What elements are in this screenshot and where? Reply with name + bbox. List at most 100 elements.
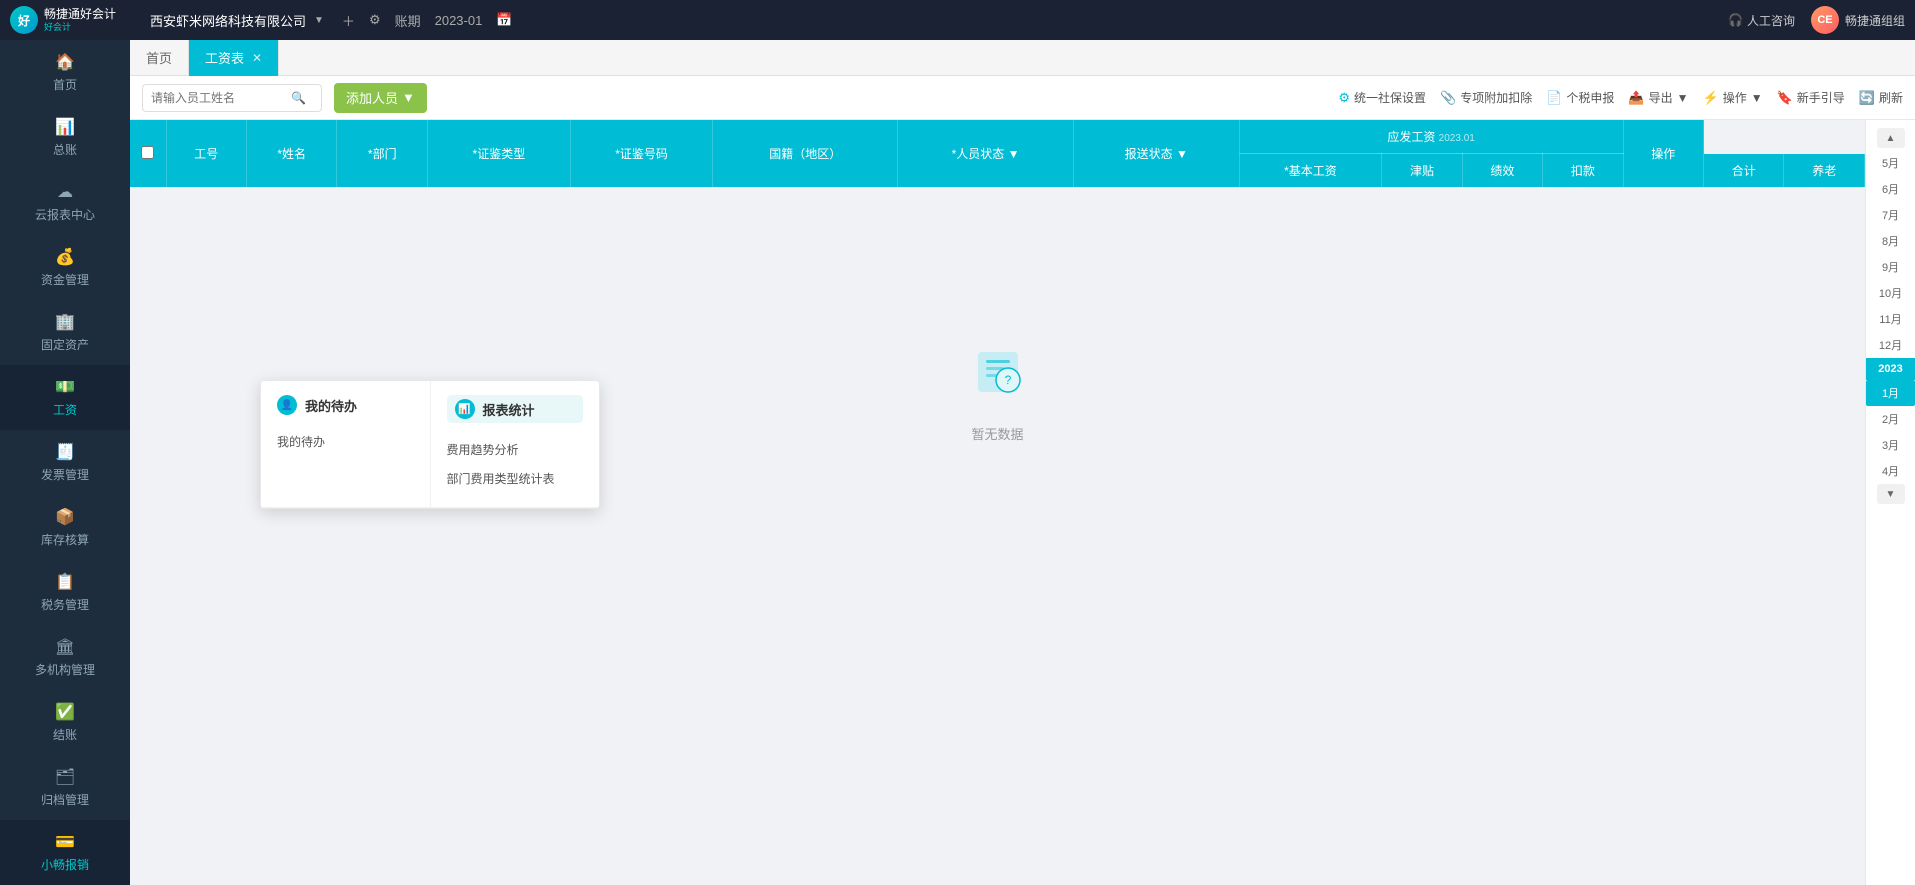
sidebar-item-ledger[interactable]: 📊 总账 — [0, 105, 130, 170]
empty-icon: ? — [958, 332, 1038, 412]
empty-text: 暂无数据 — [971, 424, 1023, 443]
tab-salary[interactable]: 工资表 ✕ — [189, 40, 279, 76]
add-person-label: 添加人员 — [346, 88, 398, 107]
sidebar-label-cloud: 云报表中心 — [35, 206, 95, 223]
popup-todo-link[interactable]: 我的待办 — [277, 427, 414, 456]
cloud-icon: ☁ — [57, 182, 73, 202]
user-name: 畅捷通组组 — [1845, 12, 1905, 29]
search-input[interactable] — [151, 91, 291, 105]
assets-icon: 🏢 — [55, 312, 75, 332]
search-box[interactable]: 🔍 — [142, 84, 322, 112]
th-deduction: 扣款 — [1543, 154, 1623, 188]
time-panel-up-btn[interactable]: ▲ — [1877, 128, 1905, 148]
time-jan-active[interactable]: 1月 — [1866, 380, 1915, 406]
sidebar-item-archive[interactable]: 🗂 归档管理 — [0, 755, 130, 820]
time-panel: ▲ 5月 6月 7月 8月 9月 10月 11月 12月 2023 1月 2月 … — [1865, 120, 1915, 885]
time-jun[interactable]: 6月 — [1866, 176, 1915, 202]
sidebar-item-expense[interactable]: 💳 小畅报销 — [0, 820, 130, 885]
new-guide-label: 新手引导 — [1797, 89, 1845, 106]
operation-label: 操作 — [1723, 89, 1747, 106]
sidebar-item-inventory[interactable]: 📦 库存核算 — [0, 495, 130, 560]
time-panel-down-btn[interactable]: ▼ — [1877, 484, 1905, 504]
th-total: 合计 — [1704, 154, 1784, 188]
sidebar-item-cloud-report[interactable]: ☁ 云报表中心 — [0, 170, 130, 235]
popup-report-link-2[interactable]: 部门费用类型统计表 — [447, 464, 584, 493]
export-label: 导出 — [1649, 89, 1673, 106]
tab-home[interactable]: 首页 — [130, 40, 189, 76]
sidebar-item-fund[interactable]: 💰 资金管理 — [0, 235, 130, 300]
export-arrow-icon: ▼ — [1677, 91, 1689, 105]
expense-icon: 💳 — [55, 832, 75, 852]
special-deduction-icon: 📎 — [1440, 90, 1456, 106]
th-department: *部门 — [337, 120, 428, 187]
refresh-btn[interactable]: 🔄 刷新 — [1859, 89, 1903, 106]
new-guide-btn[interactable]: 🔖 新手引导 — [1777, 89, 1845, 106]
sidebar-item-assets[interactable]: 🏢 固定资产 — [0, 300, 130, 365]
multi-org-icon: 🏛 — [55, 637, 75, 657]
th-cert-no: *证鉴号码 — [570, 120, 713, 187]
sidebar-label-multi-org: 多机构管理 — [35, 661, 95, 678]
time-may[interactable]: 5月 — [1866, 150, 1915, 176]
home-icon: 🏠 — [55, 52, 75, 72]
headset-icon: 🎧 — [1728, 13, 1743, 27]
popup-col-todo: 👤 我的待办 我的待办 — [261, 381, 431, 507]
salary-table: 工号 *姓名 *部门 *证鉴类型 *证鉴号码 国籍（地区） *人员状态 ▼ 报送… — [130, 120, 1865, 187]
sidebar-item-tax[interactable]: 📋 税务管理 — [0, 560, 130, 625]
special-deduction-btn[interactable]: 📎 专项附加扣除 — [1440, 89, 1532, 106]
archive-icon: 🗂 — [55, 767, 75, 787]
th-performance: 绩效 — [1462, 154, 1542, 188]
time-nov[interactable]: 11月 — [1866, 306, 1915, 332]
tab-home-label: 首页 — [146, 48, 172, 67]
tax-declaration-btn[interactable]: 📄 个税申报 — [1546, 89, 1614, 106]
sidebar-item-invoice[interactable]: 🧾 发票管理 — [0, 430, 130, 495]
logo-main-text: 畅捷通好会计 — [44, 7, 116, 21]
export-btn[interactable]: 📤 导出 ▼ — [1628, 89, 1688, 106]
top-actions: ＋ ⚙ 账期 2023-01 📅 — [342, 11, 513, 30]
company-selector[interactable]: 西安虾米网络科技有限公司 ▼ — [140, 11, 334, 30]
time-sep[interactable]: 9月 — [1866, 254, 1915, 280]
add-person-button[interactable]: 添加人员 ▼ — [334, 83, 427, 113]
calendar-icon[interactable]: 📅 — [496, 12, 512, 28]
settings-icon[interactable]: ⚙ — [369, 12, 381, 28]
popup-report-link-1[interactable]: 费用趋势分析 — [447, 435, 584, 464]
tab-close-icon[interactable]: ✕ — [252, 51, 262, 65]
th-report-status: 报送状态 ▼ — [1073, 120, 1239, 187]
export-icon: 📤 — [1628, 90, 1644, 106]
select-all-checkbox[interactable] — [141, 146, 154, 159]
sidebar-item-multi-org[interactable]: 🏛 多机构管理 — [0, 625, 130, 690]
user-area[interactable]: CE 畅捷通组组 — [1811, 6, 1905, 34]
popup-todo-title-text: 我的待办 — [305, 396, 357, 415]
time-aug[interactable]: 8月 — [1866, 228, 1915, 254]
customer-service-btn[interactable]: 🎧 人工咨询 — [1728, 12, 1795, 29]
company-name: 西安虾米网络科技有限公司 — [150, 11, 306, 30]
time-apr[interactable]: 4月 — [1866, 458, 1915, 484]
operation-btn[interactable]: ⚡ 操作 ▼ — [1703, 89, 1763, 106]
social-security-btn[interactable]: ⚙ 统一社保设置 — [1338, 89, 1426, 106]
ledger-icon: 📊 — [55, 117, 75, 137]
time-feb[interactable]: 2月 — [1866, 406, 1915, 432]
popup-row: 👤 我的待办 我的待办 📊 报表统计 费用趋势分析 部门费用类型统计表 — [261, 381, 599, 508]
add-company-btn[interactable]: ＋ — [342, 11, 355, 30]
time-oct[interactable]: 10月 — [1866, 280, 1915, 306]
th-nationality: 国籍（地区） — [713, 120, 898, 187]
svg-text:?: ? — [1004, 373, 1011, 387]
sidebar-item-salary[interactable]: 💵 工资 — [0, 365, 130, 430]
sidebar-label-salary: 工资 — [53, 401, 77, 418]
sidebar-label-close-account: 结账 — [53, 726, 77, 743]
checkbox-header[interactable] — [130, 120, 166, 187]
tax-icon: 📋 — [55, 572, 75, 592]
sidebar-item-home[interactable]: 🏠 首页 — [0, 40, 130, 105]
sidebar-label-ledger: 总账 — [53, 141, 77, 158]
time-dec[interactable]: 12月 — [1866, 332, 1915, 358]
operation-arrow-icon: ▼ — [1751, 91, 1763, 105]
special-deduction-label: 专项附加扣除 — [1460, 89, 1532, 106]
popup-todo-title: 👤 我的待办 — [277, 395, 414, 415]
logo-icon: 好 — [10, 6, 38, 34]
time-mar[interactable]: 3月 — [1866, 432, 1915, 458]
time-jul[interactable]: 7月 — [1866, 202, 1915, 228]
logo-sub-text: 好会计 — [44, 22, 116, 33]
new-guide-icon: 🔖 — [1777, 90, 1793, 106]
sidebar-label-assets: 固定资产 — [41, 336, 89, 353]
sidebar-item-close-account[interactable]: ✅ 结账 — [0, 690, 130, 755]
sidebar-label-fund: 资金管理 — [41, 271, 89, 288]
